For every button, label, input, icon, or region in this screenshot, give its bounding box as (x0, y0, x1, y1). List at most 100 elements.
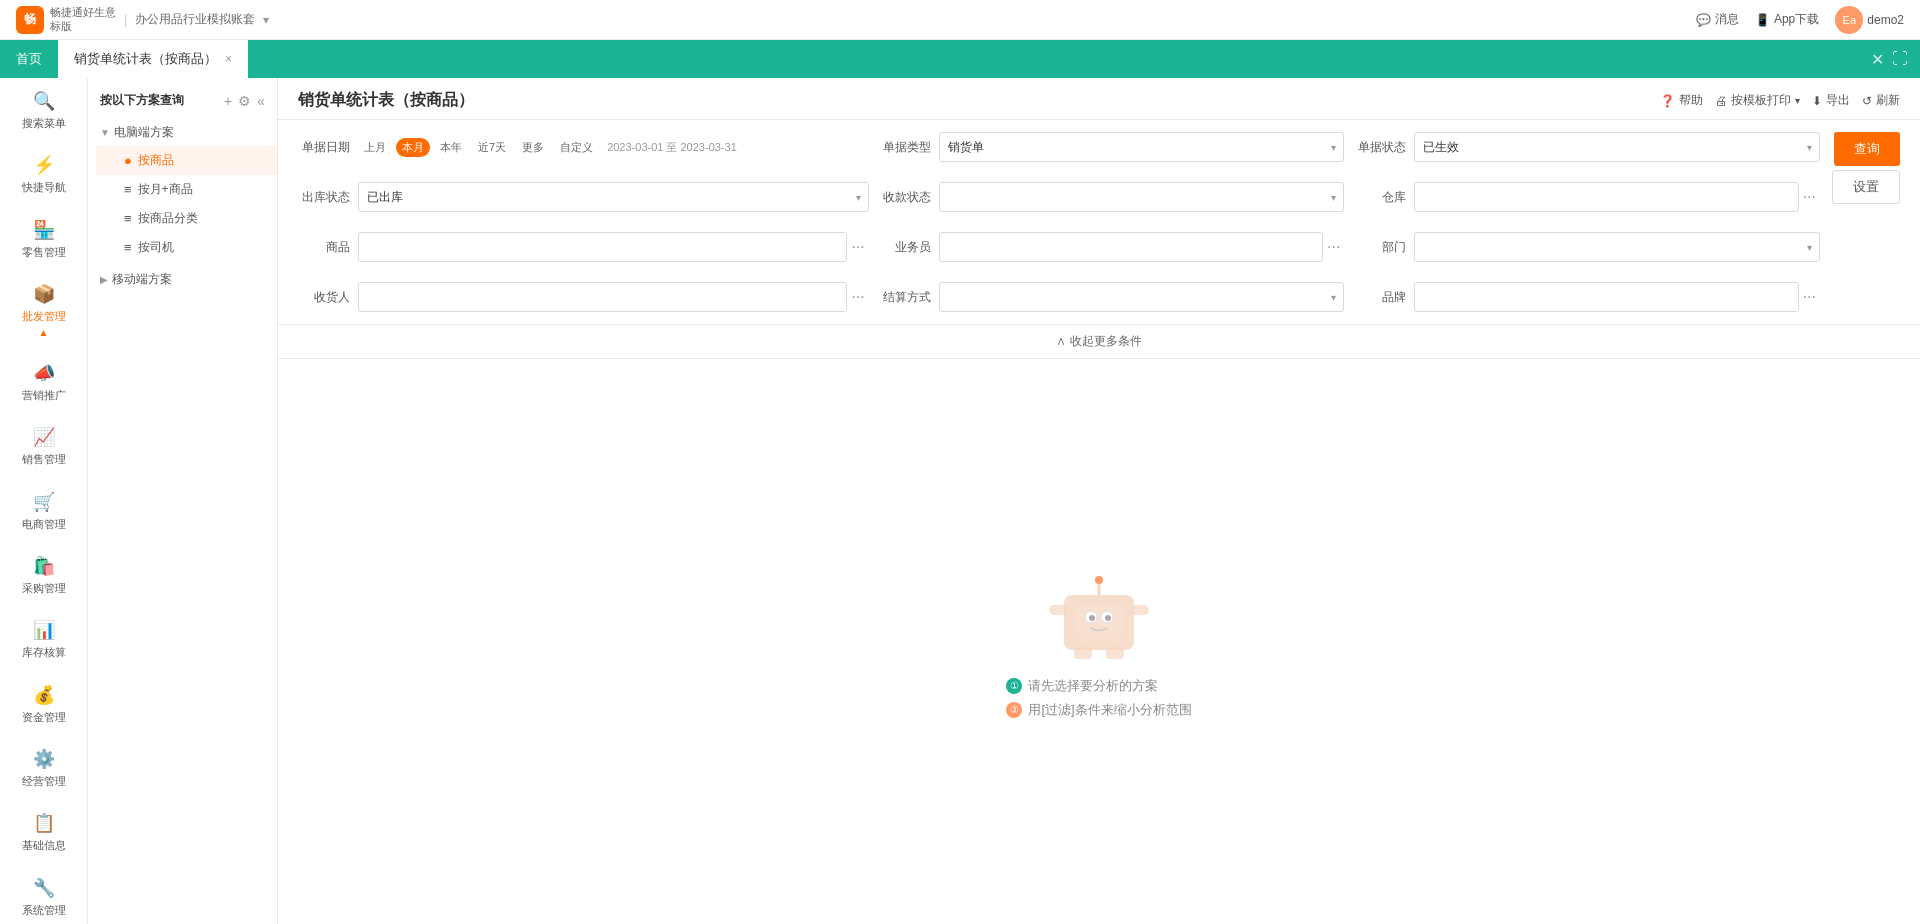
date-tab-this-month[interactable]: 本月 (396, 138, 430, 157)
sidebar-item-wholesale[interactable]: 📦 批发管理 ▲ (0, 271, 87, 350)
date-tab-last-month[interactable]: 上月 (358, 138, 392, 157)
tip-num-1: ① (1006, 678, 1022, 694)
filter-consignee-field: 收货人 ··· (298, 282, 869, 312)
empty-tip-2: ② 用[过滤]条件来缩小分析范围 (1006, 701, 1191, 719)
collapse-panel-btn[interactable]: « (257, 93, 265, 109)
filter-brand-field: 品牌 ··· (1344, 282, 1820, 312)
tab-bar: 首页 销货单统计表（按商品） × ✕ ⛶ (0, 40, 1920, 78)
message-icon: 💬 (1696, 13, 1711, 27)
date-tab-7days[interactable]: 近7天 (472, 138, 512, 157)
consignee-label: 收货人 (298, 289, 358, 306)
warehouse-dots-btn[interactable]: ··· (1799, 188, 1820, 206)
sidebar-item-search-menu[interactable]: 🔍 搜索菜单 (0, 78, 87, 142)
date-tab-this-year[interactable]: 本年 (434, 138, 468, 157)
date-tab-more[interactable]: 更多 (516, 138, 550, 157)
tab-close-btn[interactable]: × (225, 52, 232, 66)
settle-method-label: 结算方式 (869, 289, 939, 306)
app-download-btn[interactable]: 📱 App下载 (1755, 11, 1819, 28)
product-dots-btn[interactable]: ··· (847, 238, 868, 256)
sidebar-item-quick-nav[interactable]: ⚡ 快捷导航 (0, 142, 87, 206)
arrow-right-icon: ▶ (100, 274, 108, 285)
sidebar-item-retail[interactable]: 🏪 零售管理 (0, 207, 87, 271)
sidebar: 🔍 搜索菜单 ⚡ 快捷导航 🏪 零售管理 📦 批发管理 ▲ 📣 营销推广 📈 销… (0, 78, 88, 924)
help-btn[interactable]: ❓ 帮助 (1660, 92, 1703, 109)
scheme-group-mobile-header[interactable]: ▶ 移动端方案 (88, 266, 277, 293)
receive-status-select[interactable] (939, 182, 1345, 212)
salesperson-input[interactable] (939, 232, 1323, 262)
doc-type-label: 单据类型 (869, 139, 939, 156)
consignee-dots-btn[interactable]: ··· (847, 288, 868, 306)
user-area[interactable]: Ea demo2 (1835, 6, 1904, 34)
brand-dots-btn[interactable]: ··· (1799, 288, 1820, 306)
sidebar-item-marketing[interactable]: 📣 营销推广 (0, 350, 87, 414)
sidebar-item-basics[interactable]: 📋 基础信息 (0, 800, 87, 864)
doc-status-select[interactable]: 已生效 (1414, 132, 1820, 162)
breadcrumb-dropdown-icon[interactable]: ▾ (263, 13, 269, 27)
filter-warehouse-field: 仓库 ··· (1344, 182, 1820, 212)
consignee-input[interactable] (358, 282, 847, 312)
sidebar-item-ecommerce[interactable]: 🛒 电商管理 (0, 479, 87, 543)
warehouse-input[interactable] (1414, 182, 1798, 212)
sidebar-item-operations[interactable]: ⚙️ 经营管理 (0, 736, 87, 800)
page-title: 销货单统计表（按商品） (298, 90, 474, 111)
department-select[interactable] (1414, 232, 1820, 262)
scheme-item-by-month-product[interactable]: ≡ 按月+商品 (96, 175, 277, 204)
scheme-group-desktop: ▼ 电脑端方案 ● 按商品 ≡ 按月+商品 ≡ 按商品分类 (88, 119, 277, 262)
sidebar-item-inventory[interactable]: 📊 库存核算 (0, 607, 87, 671)
close-window-icon[interactable]: ✕ (1871, 50, 1884, 69)
help-icon: ❓ (1660, 94, 1675, 108)
settle-method-select[interactable] (939, 282, 1345, 312)
ecommerce-icon: 🛒 (33, 491, 55, 513)
export-btn[interactable]: ⬇ 导出 (1812, 92, 1850, 109)
scheme-item-by-product-category[interactable]: ≡ 按商品分类 (96, 204, 277, 233)
date-tab-custom[interactable]: 自定义 (554, 138, 599, 157)
inventory-icon: 📊 (33, 619, 55, 641)
user-name[interactable]: demo2 (1867, 13, 1904, 27)
purchase-icon: 🛍️ (33, 555, 55, 577)
right-content: 销货单统计表（按商品） ❓ 帮助 🖨 按模板打印 ▾ ⬇ 导出 (278, 78, 1920, 924)
add-scheme-btn[interactable]: + (224, 93, 232, 109)
tab-home[interactable]: 首页 (0, 40, 58, 78)
refresh-btn[interactable]: ↺ 刷新 (1862, 92, 1900, 109)
product-label: 商品 (298, 239, 358, 256)
finance-icon: 💰 (33, 684, 55, 706)
export-icon: ⬇ (1812, 94, 1822, 108)
brand-label: 品牌 (1344, 289, 1414, 306)
out-status-select[interactable]: 已出库 (358, 182, 869, 212)
scheme-group-desktop-header[interactable]: ▼ 电脑端方案 (88, 119, 277, 146)
empty-illustration (1039, 565, 1159, 665)
settings-btn[interactable]: 设置 (1832, 170, 1900, 204)
collapse-btn[interactable]: ∧ 收起更多条件 (1056, 333, 1141, 350)
tab-active[interactable]: 销货单统计表（按商品） × (58, 40, 248, 78)
panel-header-label: 按以下方案查询 (100, 92, 184, 109)
warehouse-label: 仓库 (1344, 189, 1414, 206)
print-btn[interactable]: 🖨 按模板打印 ▾ (1715, 92, 1800, 109)
filter-subrow-2: 出库状态 已出库 ▾ 收款状态 (298, 182, 1820, 212)
filter-subrow-3: 商品 ··· 业务员 ··· 部门 (298, 232, 1820, 262)
scheme-item-by-product[interactable]: ● 按商品 (96, 146, 277, 175)
salesperson-dots-btn[interactable]: ··· (1323, 238, 1344, 256)
settings-scheme-btn[interactable]: ⚙ (238, 93, 251, 109)
avatar: Ea (1835, 6, 1863, 34)
filter-main: 单据日期 上月 本月 本年 近7天 更多 自定义 (298, 132, 1820, 312)
messages-btn[interactable]: 💬 消息 (1696, 11, 1739, 28)
sidebar-item-sales[interactable]: 📈 销售管理 (0, 414, 87, 478)
quick-nav-icon: ⚡ (33, 154, 55, 176)
filter-row-1: 单据日期 上月 本月 本年 近7天 更多 自定义 (298, 132, 1900, 312)
maximize-window-icon[interactable]: ⛶ (1892, 50, 1908, 68)
doc-type-select[interactable]: 销货单 (939, 132, 1345, 162)
refresh-icon: ↺ (1862, 94, 1872, 108)
sidebar-item-finance[interactable]: 💰 资金管理 (0, 672, 87, 736)
print-dropdown-icon[interactable]: ▾ (1795, 95, 1800, 106)
scheme-group-mobile: ▶ 移动端方案 (88, 266, 277, 293)
date-tabs: 上月 本月 本年 近7天 更多 自定义 (358, 138, 599, 157)
brand-input[interactable] (1414, 282, 1798, 312)
sidebar-item-purchase[interactable]: 🛍️ 采购管理 (0, 543, 87, 607)
scheme-item-by-cashier[interactable]: ≡ 按司机 (96, 233, 277, 262)
breadcrumb-separator: | (124, 12, 127, 27)
sidebar-item-system[interactable]: 🔧 系统管理 (0, 865, 87, 924)
query-btn[interactable]: 查询 (1834, 132, 1900, 166)
basics-icon: 📋 (33, 812, 55, 834)
top-bar-right: 💬 消息 📱 App下载 Ea demo2 (1696, 6, 1904, 34)
product-input[interactable] (358, 232, 847, 262)
